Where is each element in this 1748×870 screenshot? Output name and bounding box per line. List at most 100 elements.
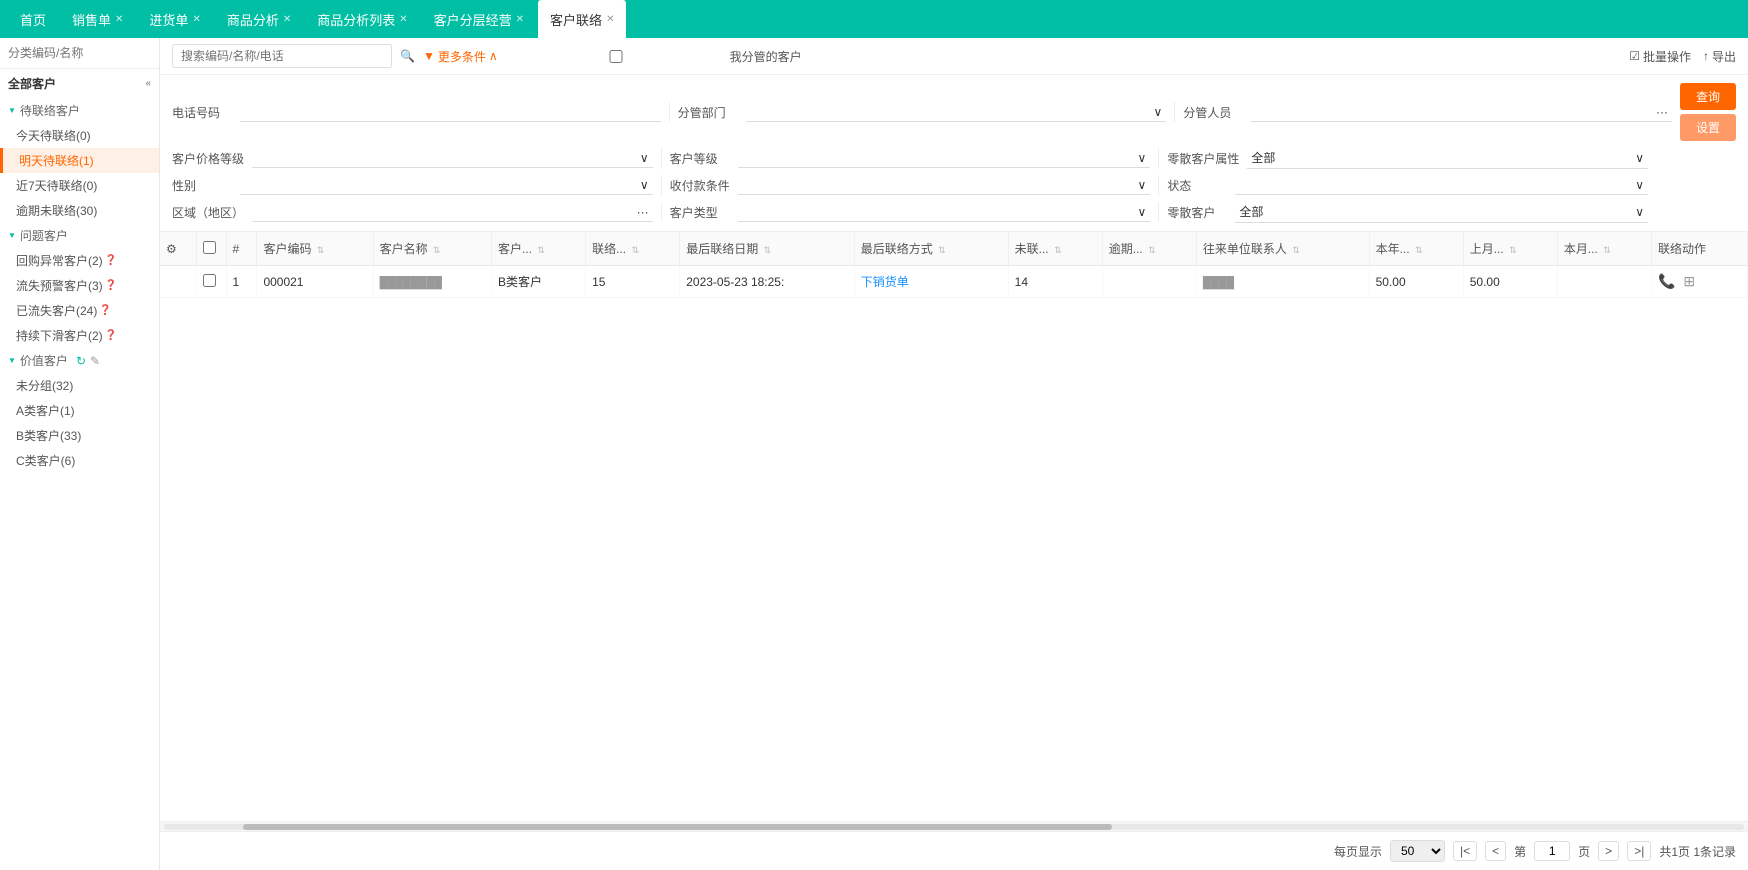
sidebar-problem-group: ▼ 问题客户 [0, 223, 159, 248]
scrollbar-thumb[interactable] [243, 824, 1112, 830]
phone-field: 电话号码 [172, 103, 661, 122]
status-select[interactable]: ∨ [1235, 176, 1648, 195]
price-level-field: 客户价格等级 ∨ [172, 149, 653, 168]
customer-level-select[interactable]: ∨ [738, 149, 1151, 168]
select-all-checkbox[interactable] [203, 241, 216, 254]
sort-icon-date[interactable]: ⇅ [764, 245, 772, 255]
sort-icon-uncontacted[interactable]: ⇅ [1054, 245, 1062, 255]
query-btn[interactable]: 查询 [1680, 83, 1736, 110]
first-page-btn[interactable]: |< [1453, 841, 1477, 861]
td-last-date: 2023-05-23 18:25: [680, 266, 855, 298]
batch-operation-btn[interactable]: ☑ 批量操作 [1629, 48, 1691, 65]
nav-customer-contact[interactable]: 客户联络 ✕ [538, 0, 626, 38]
sidebar-item-class-b[interactable]: B类客户(33) [0, 423, 159, 448]
row-last-method[interactable]: 下销货单 [861, 275, 909, 289]
sidebar-item-overdue-contact[interactable]: 逾期未联络(30) [0, 198, 159, 223]
phone-input[interactable] [240, 103, 661, 122]
row-unit-contact: ████ [1203, 277, 1234, 289]
nav-customer-tier[interactable]: 客户分层经营 ✕ [422, 0, 536, 38]
sidebar-item-tomorrow-contact[interactable]: 明天待联络(1) [0, 148, 159, 173]
region-select[interactable]: ··· [252, 203, 653, 222]
nav-purchase-close[interactable]: ✕ [192, 14, 200, 25]
nav-home[interactable]: 首页 [8, 0, 58, 38]
sidebar-item-purchase-abnormal[interactable]: 回购异常客户(2) ❓ [0, 248, 159, 273]
sidebar-search-input[interactable] [8, 46, 160, 60]
batch-operation-label: 批量操作 [1643, 48, 1691, 65]
retail-customer-select[interactable]: 全部 ∨ [1235, 201, 1648, 223]
nav-product-analysis-close[interactable]: ✕ [283, 14, 291, 25]
row-last-date: 2023-05-23 18:25: [686, 275, 784, 289]
my-customers-checkbox[interactable] [506, 50, 726, 63]
per-page-select[interactable]: 50 100 [1390, 840, 1445, 862]
sort-icon-code[interactable]: ⇅ [317, 245, 325, 255]
sort-icon-contact[interactable]: ⇅ [631, 245, 639, 255]
nav-sales-close[interactable]: ✕ [115, 14, 123, 25]
sort-icon-unit[interactable]: ⇅ [1292, 245, 1300, 255]
sidebar-all-customers[interactable]: 全部客户 « [0, 69, 159, 98]
phone-action-icon[interactable]: 📞 [1658, 273, 1675, 290]
chevron-down-icon-3: ∨ [1138, 151, 1147, 165]
export-btn[interactable]: ↑ 导出 [1703, 48, 1736, 65]
sidebar-item-ungrouped[interactable]: 未分组(32) [0, 373, 159, 398]
nav-sales[interactable]: 销售单 ✕ [60, 0, 135, 38]
nav-product-list[interactable]: 商品分析列表 ✕ [305, 0, 419, 38]
nav-product-list-close[interactable]: ✕ [399, 14, 407, 25]
help-icon-2: ❓ [105, 280, 117, 291]
price-level-select[interactable]: ∨ [252, 149, 653, 168]
th-name-label: 客户名称 [380, 242, 428, 256]
row-checkbox[interactable] [203, 274, 216, 287]
gear-icon[interactable]: ⚙ [166, 242, 177, 256]
sidebar-search-container: 🔍 [0, 38, 159, 69]
main-layout: 🔍 全部客户 « ▼ 待联络客户 今天待联络(0) 明天待联络(1) 近7天待联… [0, 38, 1748, 870]
retail-attr-select[interactable]: 全部 ∨ [1247, 147, 1648, 169]
sub-dept-select[interactable]: ∨ [746, 103, 1167, 122]
th-action-label: 联络动作 [1658, 242, 1706, 256]
sidebar-item-declining[interactable]: 持续下滑客户(2) ❓ [0, 323, 159, 348]
all-customers-label: 全部客户 [8, 75, 56, 92]
sort-icon-year[interactable]: ⇅ [1415, 245, 1423, 255]
sort-icon-name[interactable]: ⇅ [433, 245, 441, 255]
next-page-btn[interactable]: > [1598, 841, 1619, 861]
nav-customer-tier-close[interactable]: ✕ [516, 14, 524, 25]
td-contact-count: 15 [586, 266, 680, 298]
sidebar-item-7day-contact[interactable]: 近7天待联络(0) [0, 173, 159, 198]
divider-3 [661, 148, 662, 168]
sub-person-select[interactable]: ··· [1251, 103, 1672, 122]
refresh-icon[interactable]: ↻ [76, 354, 86, 368]
search-input[interactable] [172, 44, 392, 68]
sidebar-item-churned[interactable]: 已流失客户(24) ❓ [0, 298, 159, 323]
per-page-label: 每页显示 [1334, 843, 1382, 860]
sort-icon-method[interactable]: ⇅ [938, 245, 946, 255]
td-gear [160, 266, 196, 298]
prev-page-btn[interactable]: < [1485, 841, 1506, 861]
horizontal-scrollbar[interactable] [160, 821, 1748, 831]
retail-attr-value: 全部 [1251, 149, 1275, 166]
td-index: 1 [226, 266, 257, 298]
customer-level-field: 客户等级 ∨ [670, 149, 1151, 168]
sidebar-item-class-c[interactable]: C类客户(6) [0, 448, 159, 473]
gender-select[interactable]: ∨ [240, 176, 653, 195]
sidebar-item-class-a[interactable]: A类客户(1) [0, 398, 159, 423]
edit-icon[interactable]: ✎ [90, 354, 100, 368]
payment-select[interactable]: ∨ [738, 176, 1151, 195]
sort-icon-last-month[interactable]: ⇅ [1509, 245, 1517, 255]
last-page-btn[interactable]: >| [1627, 841, 1651, 861]
sidebar-item-churn-warning[interactable]: 流失预警客户(3) ❓ [0, 273, 159, 298]
nav-purchase[interactable]: 进货单 ✕ [137, 0, 212, 38]
page-input[interactable] [1534, 841, 1570, 861]
more-conditions-btn[interactable]: ▼ 更多条件 ∧ [423, 48, 498, 65]
sort-icon-this-month[interactable]: ⇅ [1603, 245, 1611, 255]
search-icon[interactable]: 🔍 [400, 49, 415, 63]
sort-icon-type[interactable]: ⇅ [537, 245, 545, 255]
filter-row-4: 区域（地区） ··· 客户类型 ∨ 零散客户 全部 [172, 201, 1736, 223]
sidebar-item-today-contact[interactable]: 今天待联络(0) [0, 123, 159, 148]
nav-customer-contact-close[interactable]: ✕ [606, 14, 614, 25]
region-field: 区域（地区） ··· [172, 203, 653, 222]
setting-btn[interactable]: 设置 [1680, 114, 1736, 141]
grid-action-icon[interactable]: ⊞ [1683, 273, 1695, 290]
customer-type-select[interactable]: ∨ [738, 203, 1151, 222]
nav-home-label: 首页 [20, 10, 46, 29]
sort-icon-overdue[interactable]: ⇅ [1148, 245, 1156, 255]
nav-product-analysis[interactable]: 商品分析 ✕ [215, 0, 303, 38]
sidebar: 🔍 全部客户 « ▼ 待联络客户 今天待联络(0) 明天待联络(1) 近7天待联… [0, 38, 160, 870]
